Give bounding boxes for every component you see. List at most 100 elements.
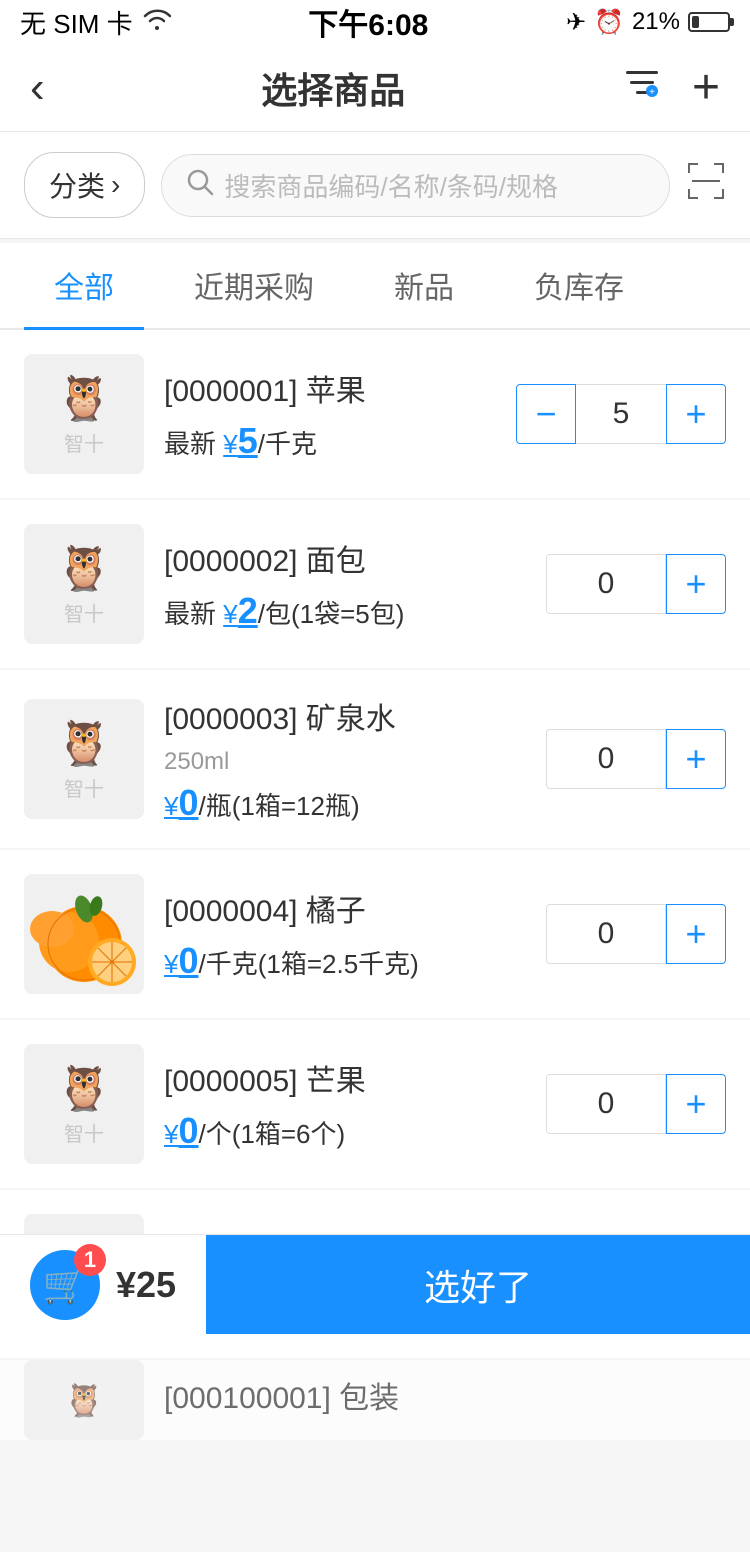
- owl-text-1: 智十: [64, 428, 104, 457]
- bottom-bar: 🛒 1 ¥25 选好了: [0, 1234, 750, 1334]
- status-bar: 无 SIM 卡 下午6:08 ✈ ⏰ 21%: [0, 0, 750, 44]
- orange-svg: [24, 874, 144, 994]
- nav-left: ‹: [30, 63, 45, 113]
- tab-all[interactable]: 全部: [24, 243, 144, 330]
- owl-text-5: 智十: [64, 1118, 104, 1147]
- time-display: 下午6:08: [308, 0, 428, 44]
- price-unit-3: /瓶(1箱=12瓶): [199, 791, 360, 821]
- back-button[interactable]: ‹: [30, 63, 45, 113]
- yuan-sign-1: ¥: [223, 429, 237, 459]
- product-controls-3: +: [546, 729, 726, 789]
- product-image-7: 🦉: [24, 1360, 144, 1440]
- price-value-2: 2: [238, 590, 258, 631]
- product-name-4: [0000004] 橘子: [164, 886, 526, 930]
- cart-badge: 1: [74, 1244, 106, 1276]
- product-price-2: 最新 ¥2/包(1袋=5包): [164, 590, 526, 632]
- price-unit-2: /包(1袋=5包): [258, 599, 405, 629]
- product-name-5: [0000005] 芒果: [164, 1056, 526, 1100]
- price-unit-4: /千克(1箱=2.5千克): [199, 949, 419, 979]
- qty-input-5[interactable]: [546, 1074, 666, 1134]
- product-info-4: [0000004] 橘子 ¥0/千克(1箱=2.5千克): [164, 886, 526, 982]
- owl-icon-5: 🦉: [57, 1062, 112, 1114]
- tab-negative-stock[interactable]: 负库存: [504, 243, 654, 330]
- search-box[interactable]: 搜索商品编码/名称/条码/规格: [161, 154, 670, 217]
- qty-increase-5[interactable]: +: [666, 1074, 726, 1134]
- svg-text:+: +: [649, 87, 655, 98]
- location-icon: ✈: [566, 8, 586, 37]
- status-right: ✈ ⏰ 21%: [566, 8, 730, 37]
- owl-text-2: 智十: [64, 598, 104, 627]
- filter-bar: 分类 › 搜索商品编码/名称/条码/规格: [0, 132, 750, 239]
- product-image-1: 🦉 智十: [24, 354, 144, 474]
- product-controls-2: +: [546, 554, 726, 614]
- owl-icon-3: 🦉: [57, 717, 112, 769]
- cart-icon-wrapper: 🛒 1: [30, 1250, 100, 1320]
- cart-section[interactable]: 🛒 1 ¥25: [0, 1250, 206, 1320]
- confirm-button[interactable]: 选好了: [206, 1235, 750, 1334]
- page-title: 选择商品: [261, 62, 405, 114]
- product-spec-3: 250ml: [164, 748, 526, 776]
- product-price-4: ¥0/千克(1箱=2.5千克): [164, 940, 526, 982]
- qty-increase-1[interactable]: +: [666, 384, 726, 444]
- price-unit-1: /千克: [258, 429, 317, 459]
- price-unit-5: /个(1箱=6个): [199, 1119, 346, 1149]
- carrier-text: 无 SIM 卡: [20, 4, 133, 41]
- qty-increase-3[interactable]: +: [666, 729, 726, 789]
- nav-bar: ‹ 选择商品 + +: [0, 44, 750, 132]
- product-info-5: [0000005] 芒果 ¥0/个(1箱=6个): [164, 1056, 526, 1152]
- nav-right: + +: [622, 60, 720, 115]
- tab-bar: 全部 近期采购 新品 负库存: [0, 243, 750, 330]
- owl-icon-1: 🦉: [57, 372, 112, 424]
- price-label-1: 最新: [164, 429, 223, 459]
- battery-percent: 21%: [632, 8, 680, 36]
- product-item-4: [0000004] 橘子 ¥0/千克(1箱=2.5千克) +: [0, 850, 750, 1018]
- category-button[interactable]: 分类 ›: [24, 152, 145, 218]
- filter-icon[interactable]: +: [622, 65, 662, 110]
- qty-increase-4[interactable]: +: [666, 904, 726, 964]
- product-controls-1: − +: [516, 384, 726, 444]
- product-item-2: 🦉 智十 [0000002] 面包 最新 ¥2/包(1袋=5包) +: [0, 500, 750, 668]
- product-info-2: [0000002] 面包 最新 ¥2/包(1袋=5包): [164, 536, 526, 632]
- product-price-3: ¥0/瓶(1箱=12瓶): [164, 782, 526, 824]
- owl-icon-2: 🦉: [57, 542, 112, 594]
- product-info-7: [000100001] 包装: [164, 1373, 726, 1427]
- cart-total: ¥25: [116, 1264, 176, 1306]
- product-item-3: 🦉 智十 [0000003] 矿泉水 250ml ¥0/瓶(1箱=12瓶) +: [0, 670, 750, 848]
- search-icon: [186, 168, 214, 203]
- category-label: 分类: [49, 165, 105, 205]
- search-placeholder: 搜索商品编码/名称/条码/规格: [224, 167, 558, 204]
- qty-input-2[interactable]: [546, 554, 666, 614]
- tab-recent[interactable]: 近期采购: [164, 243, 344, 330]
- owl-text-3: 智十: [64, 773, 104, 802]
- product-name-1: [0000001] 苹果: [164, 366, 496, 410]
- qty-increase-2[interactable]: +: [666, 554, 726, 614]
- price-value-3: 0: [178, 782, 198, 823]
- price-value-5: 0: [178, 1110, 198, 1151]
- yuan-sign-5: ¥: [164, 1119, 178, 1149]
- product-item-5: 🦉 智十 [0000005] 芒果 ¥0/个(1箱=6个) +: [0, 1020, 750, 1188]
- product-name-7: [000100001] 包装: [164, 1373, 726, 1417]
- qty-decrease-1[interactable]: −: [516, 384, 576, 444]
- product-price-1: 最新 ¥5/千克: [164, 420, 496, 462]
- price-value-1: 5: [238, 420, 258, 461]
- product-name-2: [0000002] 面包: [164, 536, 526, 580]
- product-controls-4: +: [546, 904, 726, 964]
- add-button[interactable]: +: [692, 60, 720, 115]
- scan-icon[interactable]: [686, 161, 726, 210]
- product-item-1: 🦉 智十 [0000001] 苹果 最新 ¥5/千克 − +: [0, 330, 750, 498]
- price-label-2: 最新: [164, 599, 223, 629]
- qty-input-4[interactable]: [546, 904, 666, 964]
- price-value-4: 0: [178, 940, 198, 981]
- product-info-3: [0000003] 矿泉水 250ml ¥0/瓶(1箱=12瓶): [164, 694, 526, 824]
- product-name-3: [0000003] 矿泉水: [164, 694, 526, 738]
- status-left: 无 SIM 卡: [20, 4, 171, 41]
- tab-new[interactable]: 新品: [364, 243, 484, 330]
- battery-icon: [688, 12, 730, 32]
- alarm-icon: ⏰: [594, 8, 624, 37]
- qty-input-1[interactable]: [576, 384, 666, 444]
- product-item-7: 🦉 [000100001] 包装: [0, 1360, 750, 1440]
- product-image-3: 🦉 智十: [24, 699, 144, 819]
- qty-input-3[interactable]: [546, 729, 666, 789]
- product-list: 🦉 智十 [0000001] 苹果 最新 ¥5/千克 − + 🦉 智十 [000…: [0, 330, 750, 1552]
- yuan-sign-4: ¥: [164, 949, 178, 979]
